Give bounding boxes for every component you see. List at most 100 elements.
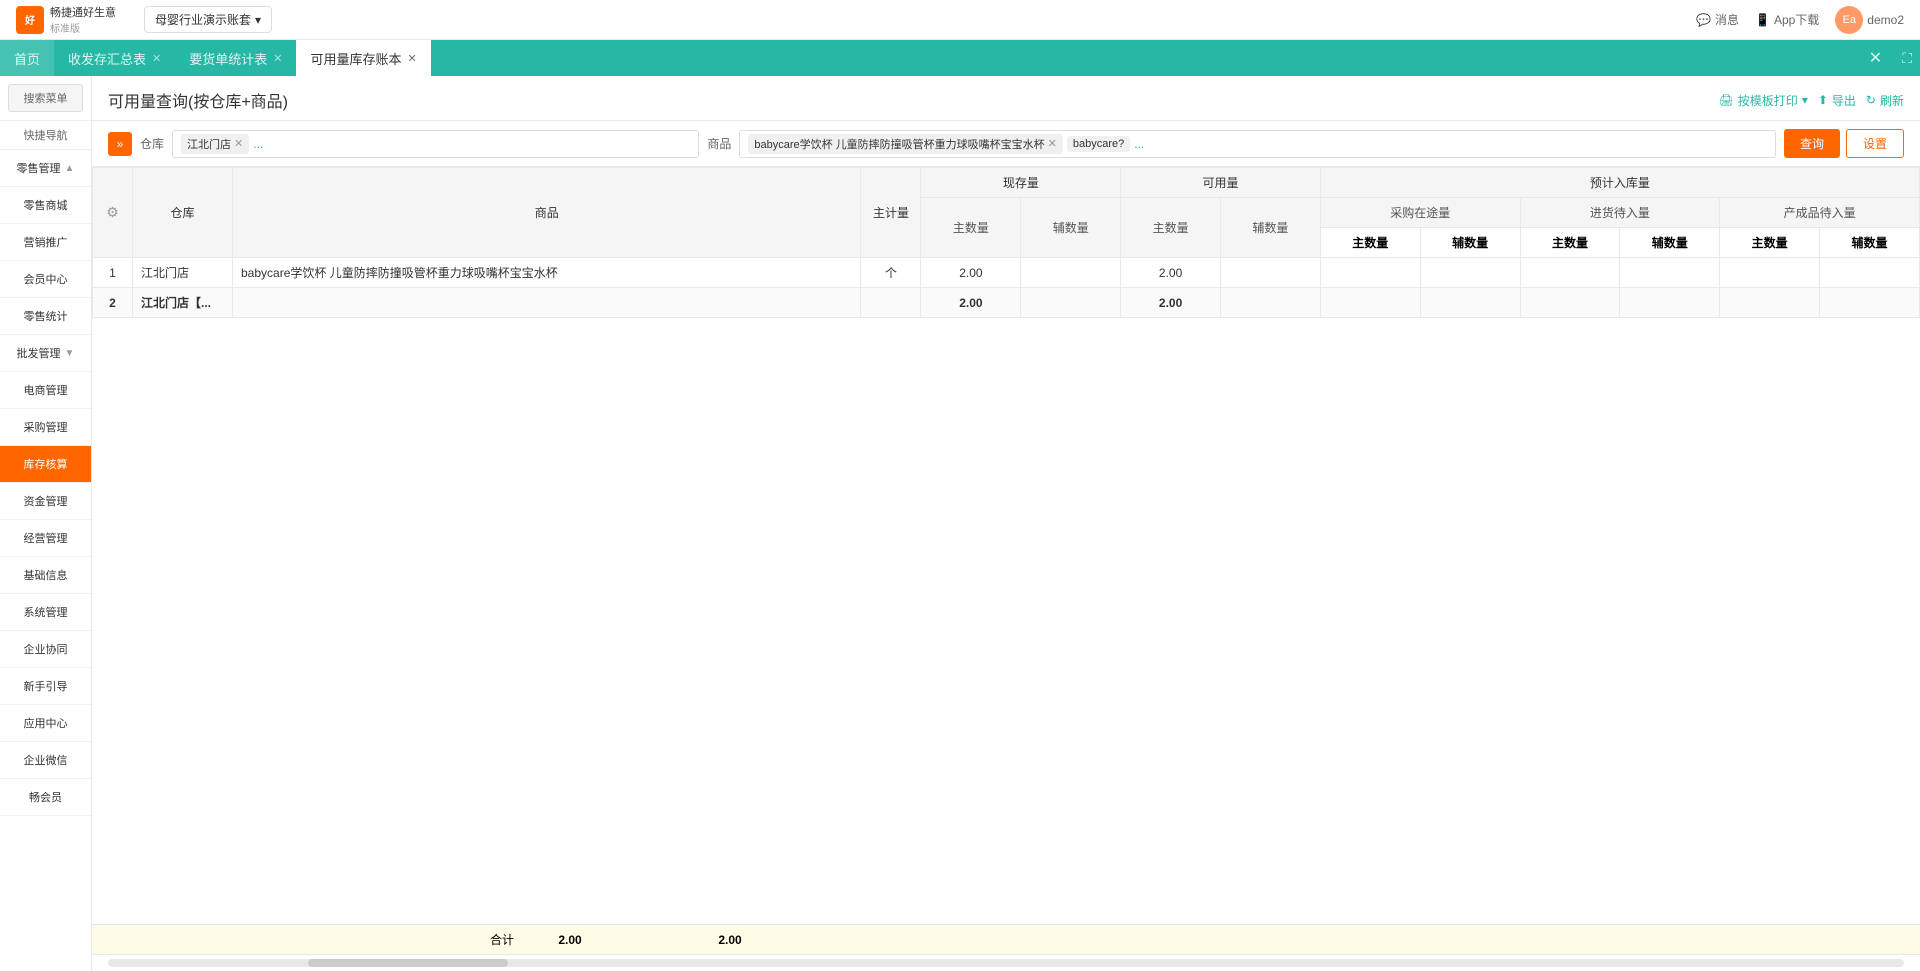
org-selector[interactable]: 母婴行业演示账套 ▾ [144,6,272,33]
tab-available-stock-close[interactable]: ✕ [408,52,417,65]
cell-purchase-main-2 [1320,288,1420,318]
scroll-thumb[interactable] [308,959,508,967]
sidebar-item-enterprise-wechat-label: 企业微信 [24,752,68,768]
sidebar-item-purchase[interactable]: 采购管理 [0,409,91,446]
setting-button[interactable]: 设置 [1846,129,1904,158]
product-filter-more[interactable]: ... [1134,137,1144,151]
sidebar-item-guide[interactable]: 新手引导 [0,668,91,705]
col-header-prod-aux: 辅数量 [1820,228,1920,258]
col-header-unit: 主计量 [861,168,921,258]
sidebar-item-retail-mall-label: 零售商城 [24,197,68,213]
sidebar-item-enterprise-label: 企业协同 [24,641,68,657]
tab-receive-pay-label: 收发存汇总表 [68,49,146,68]
sidebar-item-retail-stats-label: 零售统计 [24,308,68,324]
sidebar: 搜索菜单 快捷导航 零售管理 ▲ 零售商城 营销推广 会员中心 零售统计 批发管… [0,76,92,971]
sidebar-item-member2[interactable]: 畅会员 [0,779,91,816]
sidebar-item-system[interactable]: 系统管理 [0,594,91,631]
product-tag-1-close[interactable]: ✕ [1048,137,1057,150]
product-filter-tags[interactable]: babycare学饮杯 儿童防摔防撞吸管杯重力球吸嘴杯宝宝水杯 ✕ babyca… [739,130,1776,158]
col-header-warehouse: 仓库 [133,168,233,258]
sidebar-search-area: 搜索菜单 [0,76,91,121]
message-action[interactable]: 💬 消息 [1696,11,1739,28]
tab-home-label: 首页 [14,49,40,68]
export-label: 导出 [1832,92,1856,109]
sidebar-item-retail-mgmt-label: 零售管理 [17,160,61,176]
refresh-label: 刷新 [1880,92,1904,109]
sidebar-item-inventory[interactable]: 库存核算 [0,446,91,483]
sidebar-search-button[interactable]: 搜索菜单 [8,84,83,112]
user-area[interactable]: Ea demo2 [1835,6,1904,34]
page-title: 可用量查询(按仓库+商品) [108,88,288,112]
tab-receive-pay-close[interactable]: ✕ [152,52,161,65]
footer-total-label: 合计 [100,931,530,948]
nav-tabs: 首页 收发存汇总表 ✕ 要货单统计表 ✕ 可用量库存账本 ✕ ✕ ⛶ [0,40,1920,76]
sidebar-item-finance[interactable]: 资金管理 [0,483,91,520]
product-tag-2-text: babycare? [1073,138,1124,150]
cell-prod-main-2 [1720,288,1820,318]
sidebar-item-retail-stats[interactable]: 零售统计 [0,298,91,335]
tab-home[interactable]: 首页 [0,40,54,76]
logo-sub: 标准版 [50,20,116,35]
sidebar-item-wholesale-mgmt[interactable]: 批发管理 ▼ [0,335,91,372]
filter-expand-button[interactable]: » [108,132,132,156]
print-dropdown-icon: ▾ [1802,93,1808,107]
col-header-setting: ⚙ [93,168,133,258]
query-button[interactable]: 查询 [1784,129,1840,158]
cell-incoming-main-2 [1520,288,1620,318]
sidebar-quicknav-button[interactable]: 快捷导航 [0,121,91,150]
product-tag-1: babycare学饮杯 儿童防摔防撞吸管杯重力球吸嘴杯宝宝水杯 ✕ [748,134,1063,154]
horizontal-scrollbar[interactable] [108,959,1904,967]
cell-incoming-aux-2 [1620,288,1720,318]
message-icon: 💬 [1696,13,1711,27]
expand-icon2: ▼ [65,348,75,359]
main-layout: 搜索菜单 快捷导航 零售管理 ▲ 零售商城 营销推广 会员中心 零售统计 批发管… [0,76,1920,971]
print-button[interactable]: 🖨 按模板打印 ▾ [1719,92,1808,109]
sidebar-item-basic-info[interactable]: 基础信息 [0,557,91,594]
close-all-tabs[interactable]: ✕ [1857,48,1894,68]
warehouse-tag-1-text: 江北门店 [187,136,231,152]
sidebar-item-operation-label: 经营管理 [24,530,68,546]
col-header-forecast-stock: 预计入库量 [1320,168,1919,198]
warehouse-tag-1-close[interactable]: ✕ [234,137,243,150]
refresh-button[interactable]: ↻ 刷新 [1866,92,1904,109]
export-button[interactable]: ⬆ 导出 [1818,92,1856,109]
tab-available-stock[interactable]: 可用量库存账本 ✕ [296,40,430,76]
sidebar-item-enterprise-wechat[interactable]: 企业微信 [0,742,91,779]
cell-prod-main-1 [1720,258,1820,288]
sidebar-item-retail-mgmt[interactable]: 零售管理 ▲ [0,150,91,187]
sidebar-item-member-label: 会员中心 [24,271,68,287]
app-download-action[interactable]: 📱 App下载 [1755,11,1819,28]
col-header-current-stock: 现存量 [921,168,1121,198]
tab-order-stats[interactable]: 要货单统计表 ✕ [175,40,296,76]
product-filter-label: 商品 [707,135,731,152]
sidebar-item-ecommerce[interactable]: 电商管理 [0,372,91,409]
sidebar-item-finance-label: 资金管理 [24,493,68,509]
cell-prod-aux-2 [1820,288,1920,318]
tab-order-stats-close[interactable]: ✕ [273,52,282,65]
print-label: 按模板打印 [1738,92,1798,109]
warehouse-filter-more[interactable]: ... [253,137,263,151]
expand-tabs[interactable]: ⛶ [1894,50,1920,67]
tab-receive-pay[interactable]: 收发存汇总表 ✕ [54,40,175,76]
col-header-product: 商品 [233,168,861,258]
sidebar-item-app-center[interactable]: 应用中心 [0,705,91,742]
sidebar-item-ecommerce-label: 电商管理 [24,382,68,398]
top-bar-left: 好 畅捷通好生意 标准版 母婴行业演示账套 ▾ [16,4,272,35]
sidebar-item-marketing-label: 营销推广 [24,234,68,250]
warehouse-filter-tags[interactable]: 江北门店 ✕ ... [172,130,699,158]
sidebar-item-member2-label: 畅会员 [29,789,62,805]
col-header-current-aux: 辅数量 [1021,198,1121,258]
sidebar-item-operation[interactable]: 经营管理 [0,520,91,557]
sidebar-item-marketing[interactable]: 营销推广 [0,224,91,261]
gear-icon[interactable]: ⚙ [106,204,119,221]
sidebar-item-member[interactable]: 会员中心 [0,261,91,298]
org-dropdown-icon: ▾ [255,13,261,27]
sidebar-item-retail-mall[interactable]: 零售商城 [0,187,91,224]
app-download-icon: 📱 [1755,13,1770,27]
scroll-bar-area [92,954,1920,971]
sidebar-item-enterprise[interactable]: 企业协同 [0,631,91,668]
sidebar-item-app-center-label: 应用中心 [24,715,68,731]
page-header: 可用量查询(按仓库+商品) 🖨 按模板打印 ▾ ⬆ 导出 ↻ 刷新 [92,76,1920,121]
cell-current-main-2: 2.00 [921,288,1021,318]
col-header-purchase-aux: 辅数量 [1420,228,1520,258]
